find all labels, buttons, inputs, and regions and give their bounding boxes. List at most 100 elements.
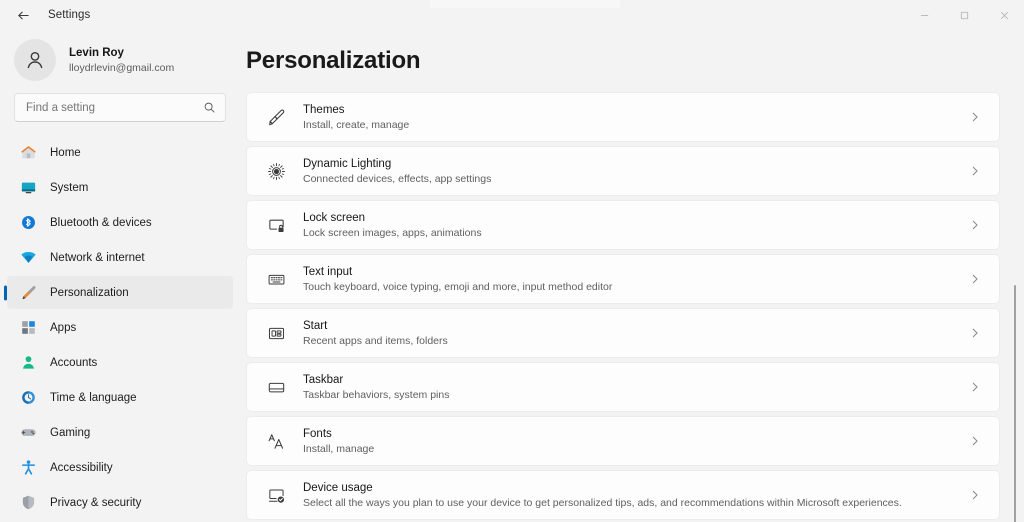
card-subtitle: Taskbar behaviors, system pins (303, 389, 951, 402)
sidebar-item-gaming[interactable]: Gaming (7, 416, 233, 449)
scrollbar-thumb[interactable] (1014, 285, 1017, 522)
sidebar-item-network-internet[interactable]: Network & internet (7, 241, 233, 274)
sidebar-item-label: Bluetooth & devices (50, 217, 152, 229)
bluetooth-icon (19, 214, 37, 232)
minimize-icon[interactable] (904, 0, 944, 30)
search-input[interactable]: Find a setting (14, 93, 226, 122)
card-text: Start Recent apps and items, folders (303, 319, 951, 348)
profile-email: lloydrlevin@gmail.com (69, 62, 174, 75)
sidebar-item-time-language[interactable]: Time & language (7, 381, 233, 414)
apps-grid-icon (19, 319, 37, 337)
sidebar-item-home[interactable]: Home (7, 136, 233, 169)
content-scrollbar[interactable] (1009, 30, 1019, 522)
search-placeholder: Find a setting (26, 102, 203, 114)
sidebar-item-label: Accounts (50, 357, 97, 369)
settings-card-taskbar[interactable]: Taskbar Taskbar behaviors, system pins (246, 362, 1000, 412)
sidebar-item-personalization[interactable]: Personalization (7, 276, 233, 309)
sidebar-item-accessibility[interactable]: Accessibility (7, 451, 233, 484)
settings-window: Settings (0, 0, 1024, 522)
chevron-right-icon[interactable] (967, 165, 983, 177)
title-bar: Settings (0, 0, 1024, 30)
card-subtitle: Touch keyboard, voice typing, emoji and … (303, 281, 951, 294)
chevron-right-icon[interactable] (967, 111, 983, 123)
keyboard-icon (265, 270, 287, 289)
page-title: Personalization (246, 30, 1024, 78)
titlebar-left-group: Settings (0, 4, 90, 26)
profile-text: Levin Roy lloydrlevin@gmail.com (69, 45, 174, 75)
titlebar-highlight (430, 0, 620, 8)
maximize-icon[interactable] (944, 0, 984, 30)
card-text: Device usage Select all the ways you pla… (303, 481, 951, 510)
window-body: Levin Roy lloydrlevin@gmail.com Find a s… (0, 30, 1024, 522)
accessibility-person-icon (19, 459, 37, 477)
sidebar-item-label: Network & internet (50, 252, 145, 264)
settings-card-list: Themes Install, create, manage (246, 92, 1000, 520)
main-content: Personalization Themes (240, 30, 1024, 522)
card-text: Themes Install, create, manage (303, 103, 951, 132)
sidebar-item-label: System (50, 182, 88, 194)
person-avatar-icon (14, 39, 56, 81)
settings-card-lock-screen[interactable]: Lock screen Lock screen images, apps, an… (246, 200, 1000, 250)
sidebar-item-label: Privacy & security (50, 497, 141, 509)
chevron-right-icon[interactable] (967, 435, 983, 447)
system-monitor-icon (19, 179, 37, 197)
chevron-right-icon[interactable] (967, 327, 983, 339)
card-subtitle: Connected devices, effects, app settings (303, 173, 951, 186)
sidebar-item-apps[interactable]: Apps (7, 311, 233, 344)
card-title: Taskbar (303, 373, 951, 387)
back-arrow-icon[interactable] (12, 4, 34, 26)
card-text: Text input Touch keyboard, voice typing,… (303, 265, 951, 294)
start-menu-icon (265, 324, 287, 343)
settings-card-fonts[interactable]: Fonts Install, manage (246, 416, 1000, 466)
sidebar-item-system[interactable]: System (7, 171, 233, 204)
settings-card-device-usage[interactable]: Device usage Select all the ways you pla… (246, 470, 1000, 520)
close-icon[interactable] (984, 0, 1024, 30)
chevron-right-icon[interactable] (967, 219, 983, 231)
shield-icon (19, 494, 37, 512)
fonts-aa-icon (265, 432, 287, 451)
window-controls (904, 0, 1024, 30)
card-subtitle: Recent apps and items, folders (303, 335, 951, 348)
card-text: Fonts Install, manage (303, 427, 951, 456)
card-title: Fonts (303, 427, 951, 441)
sidebar-item-label: Home (50, 147, 81, 159)
taskbar-icon (265, 378, 287, 397)
card-text: Dynamic Lighting Connected devices, effe… (303, 157, 951, 186)
chevron-right-icon[interactable] (967, 273, 983, 285)
content-inner: Personalization Themes (246, 30, 1024, 520)
card-title: Start (303, 319, 951, 333)
sidebar-item-accounts[interactable]: Accounts (7, 346, 233, 379)
chevron-right-icon[interactable] (967, 489, 983, 501)
sidebar-item-label: Apps (50, 322, 76, 334)
settings-card-start[interactable]: Start Recent apps and items, folders (246, 308, 1000, 358)
card-title: Themes (303, 103, 951, 117)
paintbrush-icon (265, 108, 287, 127)
chevron-right-icon[interactable] (967, 381, 983, 393)
settings-card-text-input[interactable]: Text input Touch keyboard, voice typing,… (246, 254, 1000, 304)
home-icon (19, 144, 37, 162)
card-title: Lock screen (303, 211, 951, 225)
device-usage-icon (265, 486, 287, 505)
search-icon[interactable] (203, 101, 216, 114)
sidebar: Levin Roy lloydrlevin@gmail.com Find a s… (0, 30, 240, 522)
sidebar-item-label: Accessibility (50, 462, 113, 474)
search-wrapper: Find a setting (0, 81, 240, 122)
clock-globe-icon (19, 389, 37, 407)
user-profile[interactable]: Levin Roy lloydrlevin@gmail.com (0, 30, 240, 81)
settings-card-dynamic-lighting[interactable]: Dynamic Lighting Connected devices, effe… (246, 146, 1000, 196)
card-title: Text input (303, 265, 951, 279)
lock-screen-icon (265, 216, 287, 235)
card-subtitle: Install, create, manage (303, 119, 951, 132)
settings-card-themes[interactable]: Themes Install, create, manage (246, 92, 1000, 142)
wifi-icon (19, 249, 37, 267)
sidebar-item-privacy-security[interactable]: Privacy & security (7, 486, 233, 519)
sunburst-lighting-icon (265, 162, 287, 181)
card-subtitle: Select all the ways you plan to use your… (303, 497, 951, 510)
sidebar-item-bluetooth-devices[interactable]: Bluetooth & devices (7, 206, 233, 239)
profile-name: Levin Roy (69, 46, 174, 60)
account-person-icon (19, 354, 37, 372)
paintbrush-icon (19, 284, 37, 302)
sidebar-item-label: Personalization (50, 287, 129, 299)
card-subtitle: Install, manage (303, 443, 951, 456)
sidebar-item-label: Gaming (50, 427, 90, 439)
